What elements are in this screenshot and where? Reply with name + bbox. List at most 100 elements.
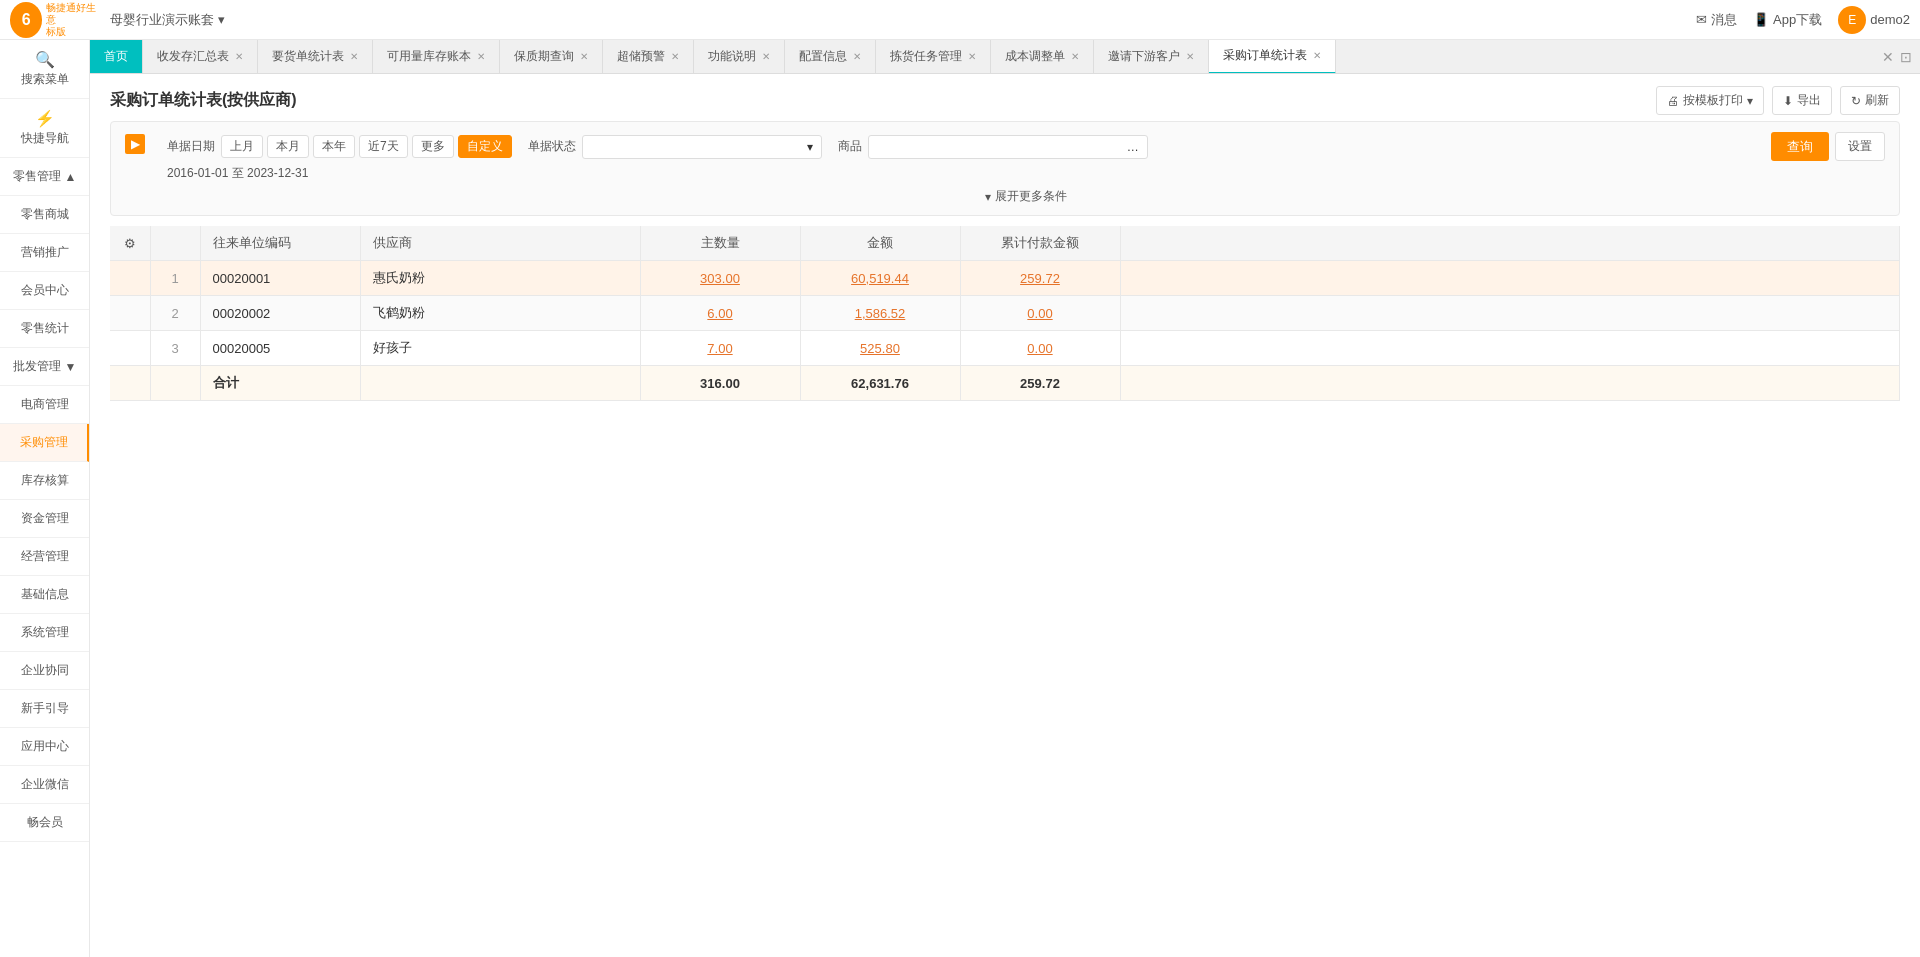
goods-select[interactable]: …	[868, 135, 1148, 159]
row-qty[interactable]: 303.00	[640, 261, 800, 296]
sidebar-item-corp-wechat[interactable]: 企业微信	[0, 766, 89, 804]
sidebar-item-basic-info[interactable]: 基础信息	[0, 576, 89, 614]
sidebar-item-finance[interactable]: 资金管理	[0, 500, 89, 538]
date-7days-btn[interactable]: 近7天	[359, 135, 408, 158]
tab-home[interactable]: 首页	[90, 40, 143, 74]
sidebar-item-search[interactable]: 🔍 搜索菜单	[0, 40, 89, 99]
tab-pick-task[interactable]: 拣货任务管理 ✕	[876, 40, 991, 74]
status-filter-group: 单据状态 ▾	[528, 135, 822, 159]
filter-toggle[interactable]: ▶	[125, 134, 145, 154]
tab-available-inv[interactable]: 可用量库存账本 ✕	[373, 40, 500, 74]
expand-chevron-icon: ▾	[985, 190, 991, 204]
tab-close-invite-down[interactable]: ✕	[1186, 51, 1194, 62]
expand-more-btn[interactable]: ▾ 展开更多条件	[167, 188, 1885, 205]
tab-close-pick-task[interactable]: ✕	[968, 51, 976, 62]
tab-goods-stat[interactable]: 要货单统计表 ✕	[258, 40, 373, 74]
download-icon: 📱	[1753, 12, 1769, 27]
tab-shelf-life[interactable]: 保质期查询 ✕	[500, 40, 603, 74]
row-amount[interactable]: 60,519.44	[800, 261, 960, 296]
print-button[interactable]: 🖨 按模板打印 ▾	[1656, 86, 1764, 115]
settings-gear-icon[interactable]: ⚙	[124, 236, 136, 251]
refresh-icon: ↻	[1851, 94, 1861, 108]
tab-close-available-inv[interactable]: ✕	[477, 51, 485, 62]
settings-button[interactable]: 设置	[1835, 132, 1885, 161]
content-area: 采购订单统计表(按供应商) 🖨 按模板打印 ▾ ⬇ 导出 ↻ 刷新	[90, 74, 1920, 957]
sidebar-item-new-guide[interactable]: 新手引导	[0, 690, 89, 728]
sidebar-item-member[interactable]: 会员中心	[0, 272, 89, 310]
export-button[interactable]: ⬇ 导出	[1772, 86, 1832, 115]
date-more-btn[interactable]: 更多	[412, 135, 454, 158]
sidebar-item-retail-store[interactable]: 零售商城	[0, 196, 89, 234]
page-title: 采购订单统计表(按供应商)	[110, 90, 297, 111]
tab-close-goods-stat[interactable]: ✕	[350, 51, 358, 62]
table-header-row: ⚙ 往来单位编码 供应商 主数量 金额 累计付款金额	[110, 226, 1900, 261]
page-header: 采购订单统计表(按供应商) 🖨 按模板打印 ▾ ⬇ 导出 ↻ 刷新	[90, 74, 1920, 121]
date-custom-btn[interactable]: 自定义	[458, 135, 512, 158]
footer-label: 合计	[200, 366, 360, 401]
chevron-up-icon: ▲	[65, 170, 77, 184]
sidebar-item-member2[interactable]: 畅会员	[0, 804, 89, 842]
tab-config-info[interactable]: 配置信息 ✕	[785, 40, 876, 74]
tab-close-config-info[interactable]: ✕	[853, 51, 861, 62]
row-amount[interactable]: 1,586.52	[800, 296, 960, 331]
tab-purchase-stat[interactable]: 采购订单统计表 ✕	[1209, 40, 1336, 74]
row-paid[interactable]: 259.72	[960, 261, 1120, 296]
tab-close-purchase-stat[interactable]: ✕	[1313, 50, 1321, 61]
tab-invite-down[interactable]: 邀请下游客户 ✕	[1094, 40, 1209, 74]
date-this-month-btn[interactable]: 本月	[267, 135, 309, 158]
row-supplier: 好孩子	[360, 331, 640, 366]
tab-func-desc[interactable]: 功能说明 ✕	[694, 40, 785, 74]
sidebar-item-ecom-mgmt[interactable]: 电商管理	[0, 386, 89, 424]
th-extra	[1120, 226, 1900, 261]
tab-cost-adjust[interactable]: 成本调整单 ✕	[991, 40, 1094, 74]
sidebar-item-sys-mgmt[interactable]: 系统管理	[0, 614, 89, 652]
main-area: 首页 收发存汇总表 ✕ 要货单统计表 ✕ 可用量库存账本 ✕ 保质期查询 ✕ 超…	[90, 40, 1920, 957]
workspace-selector[interactable]: 母婴行业演示账套 ▾	[100, 11, 1696, 29]
filter-row-1: 单据日期 上月 本月 本年 近7天 更多 自定义	[167, 132, 1885, 161]
app-download-action[interactable]: 📱 App下载	[1753, 11, 1822, 29]
row-paid[interactable]: 0.00	[960, 296, 1120, 331]
tab-overstock[interactable]: 超储预警 ✕	[603, 40, 694, 74]
row-code: 00020002	[200, 296, 360, 331]
tab-close-shelf-life[interactable]: ✕	[580, 51, 588, 62]
tab-close-func-desc[interactable]: ✕	[762, 51, 770, 62]
sidebar-item-retail-stat[interactable]: 零售统计	[0, 310, 89, 348]
sidebar-item-inventory[interactable]: 库存核算	[0, 462, 89, 500]
table-row: 1 00020001 惠氏奶粉 303.00 60,519.44 259.72	[110, 261, 1900, 296]
row-extra	[1120, 331, 1900, 366]
sidebar-item-purchase-mgmt[interactable]: 采购管理	[0, 424, 89, 462]
tab-close-collect-pay[interactable]: ✕	[235, 51, 243, 62]
tab-collect-pay[interactable]: 收发存汇总表 ✕	[143, 40, 258, 74]
print-chevron-icon: ▾	[1747, 94, 1753, 108]
tab-close-cost-adjust[interactable]: ✕	[1071, 51, 1079, 62]
row-qty[interactable]: 7.00	[640, 331, 800, 366]
chevron-down-icon: ▾	[218, 12, 225, 27]
row-num: 2	[150, 296, 200, 331]
status-select[interactable]: ▾	[582, 135, 822, 159]
user-profile[interactable]: E demo2	[1838, 6, 1910, 34]
row-amount[interactable]: 525.80	[800, 331, 960, 366]
tab-close-overstock[interactable]: ✕	[671, 51, 679, 62]
th-check: ⚙	[110, 226, 150, 261]
close-all-tabs-icon[interactable]: ✕	[1882, 49, 1894, 65]
sidebar-item-app-center[interactable]: 应用中心	[0, 728, 89, 766]
row-qty[interactable]: 6.00	[640, 296, 800, 331]
refresh-button[interactable]: ↻ 刷新	[1840, 86, 1900, 115]
sidebar-item-quick-nav[interactable]: ⚡ 快捷导航	[0, 99, 89, 158]
sidebar-item-batch-mgmt[interactable]: 批发管理 ▼	[0, 348, 89, 386]
tab-bar: 首页 收发存汇总表 ✕ 要货单统计表 ✕ 可用量库存账本 ✕ 保质期查询 ✕ 超…	[90, 40, 1920, 74]
query-button[interactable]: 查询	[1771, 132, 1829, 161]
search-icon: 🔍	[4, 50, 85, 69]
sidebar-item-ops-mgmt[interactable]: 经营管理	[0, 538, 89, 576]
chevron-down-icon: ▼	[65, 360, 77, 374]
table-row: 2 00020002 飞鹤奶粉 6.00 1,586.52 0.00	[110, 296, 1900, 331]
data-table: ⚙ 往来单位编码 供应商 主数量 金额 累计付款金额 1	[110, 226, 1900, 401]
maximize-icon[interactable]: ⊡	[1900, 49, 1912, 65]
sidebar-item-marketing[interactable]: 营销推广	[0, 234, 89, 272]
message-action[interactable]: ✉ 消息	[1696, 11, 1737, 29]
sidebar-item-retail-mgmt[interactable]: 零售管理 ▲	[0, 158, 89, 196]
date-last-month-btn[interactable]: 上月	[221, 135, 263, 158]
date-this-year-btn[interactable]: 本年	[313, 135, 355, 158]
row-paid[interactable]: 0.00	[960, 331, 1120, 366]
sidebar-item-corp-collab[interactable]: 企业协同	[0, 652, 89, 690]
